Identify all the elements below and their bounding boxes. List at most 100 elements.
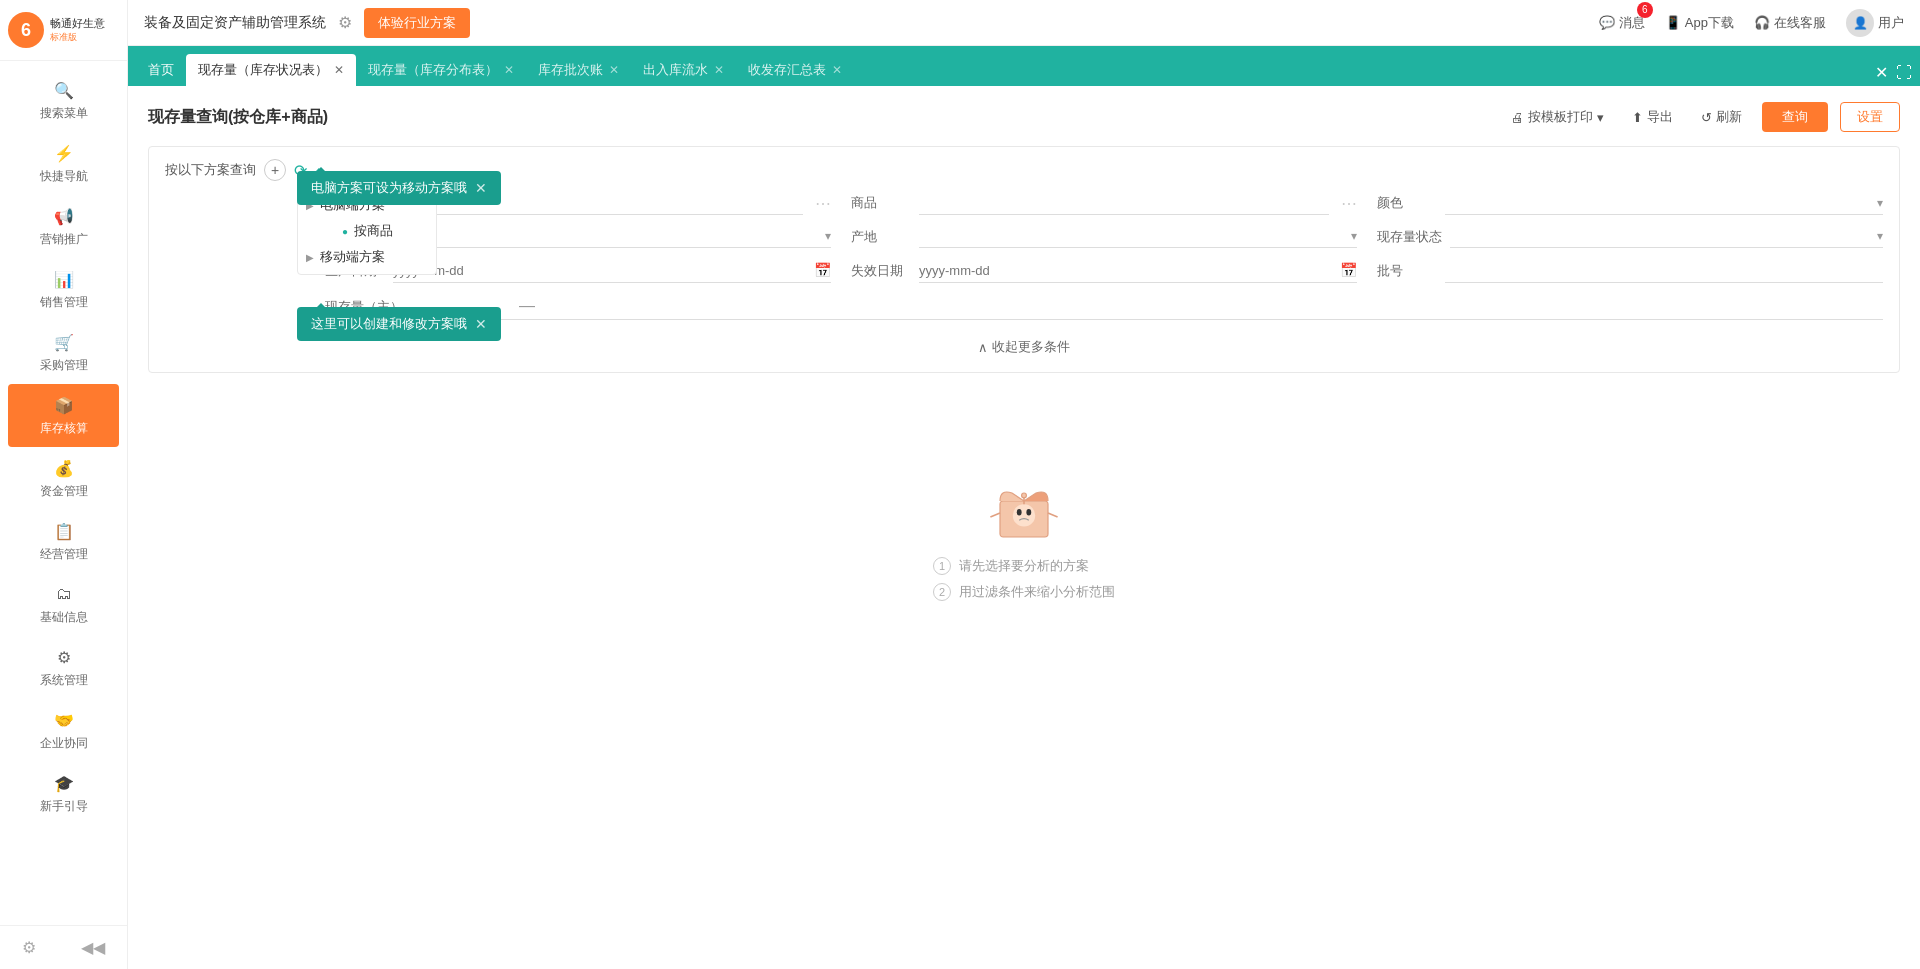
- empty-tips: 1 请先选择要分析的方案 2 用过滤条件来缩小分析范围: [933, 557, 1115, 601]
- message-badge: 6: [1637, 2, 1653, 18]
- size-select[interactable]: ▾: [393, 225, 831, 248]
- sidebar-item-sysconfig[interactable]: ⚙ 系统管理: [0, 636, 127, 699]
- page-title-bar: 现存量查询(按仓库+商品) 🖨 按模板打印 ▾ ⬆ 导出 ↺ 刷新: [148, 102, 1900, 132]
- sidebar-item-finance[interactable]: 💰 资金管理: [0, 447, 127, 510]
- tab-inventory-status[interactable]: 现存量（库存状况表） ✕: [186, 54, 356, 86]
- svg-point-5: [1022, 493, 1027, 498]
- print-dropdown-icon: ▾: [1597, 110, 1604, 125]
- tab-close-collect-summary[interactable]: ✕: [832, 63, 842, 77]
- app-download-button[interactable]: 📱 App下载: [1665, 14, 1734, 32]
- filter-header-label: 按以下方案查询: [165, 161, 256, 179]
- goods-input[interactable]: [919, 191, 1329, 215]
- tab-home[interactable]: 首页: [136, 54, 186, 86]
- origin-select-arrow: ▾: [1351, 229, 1357, 243]
- page-inner: 现存量查询(按仓库+商品) 🖨 按模板打印 ▾ ⬆ 导出 ↺ 刷新: [128, 86, 1920, 969]
- tab-close-inventory-dist[interactable]: ✕: [504, 63, 514, 77]
- color-select[interactable]: ▾: [1445, 192, 1883, 215]
- batch-input[interactable]: [1445, 259, 1883, 283]
- app-download-icon: 📱: [1665, 15, 1681, 30]
- sidebar-item-sales[interactable]: 📊 销售管理: [0, 258, 127, 321]
- tab-close-inout-flow[interactable]: ✕: [714, 63, 724, 77]
- tab-batch-ledger[interactable]: 库存批次账 ✕: [526, 54, 631, 86]
- sidebar-collapse-icon[interactable]: ◀◀: [81, 938, 105, 957]
- tab-close-batch-ledger[interactable]: ✕: [609, 63, 619, 77]
- main-area: 装备及固定资产辅助管理系统 ⚙ 体验行业方案 💬 6 消息 📱 App下载 🎧 …: [128, 0, 1920, 969]
- header-left: 装备及固定资产辅助管理系统 ⚙ 体验行业方案: [144, 8, 470, 38]
- sidebar-item-basicinfo[interactable]: 🗂 基础信息: [0, 573, 127, 636]
- inventory-range-input: —: [411, 293, 1883, 320]
- tip-num-2: 2: [933, 583, 951, 601]
- filter-row-color: 颜色 ▾: [1377, 191, 1883, 215]
- sidebar-item-inventory[interactable]: 📦 库存核算: [8, 384, 119, 447]
- tab-collect-summary[interactable]: 收发存汇总表 ✕: [736, 54, 854, 86]
- export-button[interactable]: ⬆ 导出: [1624, 104, 1681, 130]
- filter-fields-wrapper: 仓库 ⋯ 商品 ⋯ 颜色 ▾: [325, 191, 1883, 320]
- scheme-tooltip1-close[interactable]: ✕: [475, 180, 487, 196]
- sidebar-nav: 🔍 搜索菜单 ⚡ 快捷导航 📢 营销推广 📊 销售管理 🛒 采购管理 📦 库存核…: [0, 61, 127, 925]
- expire-date-input[interactable]: [919, 263, 1340, 278]
- print-button[interactable]: 🖨 按模板打印 ▾: [1503, 104, 1612, 130]
- scheme-tooltip2-wrapper: 这里可以创建和修改方案哦 ✕: [297, 307, 501, 341]
- empty-state: 1 请先选择要分析的方案 2 用过滤条件来缩小分析范围: [148, 385, 1900, 681]
- scheme-tree-mobile[interactable]: ▶ 移动端方案: [298, 244, 436, 270]
- settings-icon[interactable]: ⚙: [338, 13, 352, 32]
- tab-maximize[interactable]: ⛶: [1896, 64, 1912, 82]
- produce-date-calendar-icon[interactable]: 📅: [814, 262, 831, 278]
- inv-status-select[interactable]: ▾: [1450, 225, 1883, 248]
- tab-inventory-dist[interactable]: 现存量（库存分布表） ✕: [356, 54, 526, 86]
- svg-line-7: [1048, 513, 1058, 517]
- basicinfo-icon: 🗂: [53, 583, 75, 605]
- svg-point-3: [1026, 509, 1031, 515]
- scheme-tooltip2-close[interactable]: ✕: [475, 316, 487, 332]
- refresh-button[interactable]: ↺ 刷新: [1693, 104, 1750, 130]
- origin-select[interactable]: ▾: [919, 225, 1357, 248]
- collab-icon: 🤝: [53, 709, 75, 731]
- online-service-button[interactable]: 🎧 在线客服: [1754, 14, 1826, 32]
- inventory-max-input[interactable]: [543, 299, 643, 314]
- app-download-label: App下载: [1685, 14, 1734, 32]
- scheme-sub-by-goods[interactable]: ● 按商品: [318, 218, 436, 244]
- inv-status-select-arrow: ▾: [1877, 229, 1883, 243]
- sidebar-item-purchase[interactable]: 🛒 采购管理: [0, 321, 127, 384]
- svg-point-1: [1013, 504, 1035, 526]
- scheme-tooltip1-text: 电脑方案可设为移动方案哦: [311, 179, 467, 197]
- top-header: 装备及固定资产辅助管理系统 ⚙ 体验行业方案 💬 6 消息 📱 App下载 🎧 …: [128, 0, 1920, 46]
- tab-close-all[interactable]: ✕: [1875, 63, 1888, 82]
- expire-date-calendar-icon[interactable]: 📅: [1340, 262, 1357, 278]
- size-select-arrow: ▾: [825, 229, 831, 243]
- tab-close-inventory-status[interactable]: ✕: [334, 63, 344, 77]
- user-label: 用户: [1878, 14, 1904, 32]
- query-button[interactable]: 查询: [1762, 102, 1828, 132]
- filter-row-expire-date: 失效日期 📅: [851, 258, 1357, 283]
- sidebar: 6 畅通好生意 标准版 🔍 搜索菜单 ⚡ 快捷导航 📢 营销推广 📊 销售管理 …: [0, 0, 128, 969]
- sidebar-item-marketing[interactable]: 📢 营销推广: [0, 195, 127, 258]
- filter-section: 按以下方案查询 + ⟳ ⟵ 电脑方案可设为移动方案哦 ✕: [148, 146, 1900, 373]
- expire-date-input-wrapper: 📅: [919, 258, 1357, 283]
- logo-text: 畅通好生意 标准版: [50, 16, 105, 43]
- filter-add-scheme-button[interactable]: +: [264, 159, 286, 181]
- svg-point-2: [1017, 509, 1022, 515]
- sidebar-item-operations[interactable]: 📋 经营管理: [0, 510, 127, 573]
- operations-icon: 📋: [53, 520, 75, 542]
- sidebar-item-guide[interactable]: 🎓 新手引导: [0, 762, 127, 825]
- produce-date-input[interactable]: [393, 263, 814, 278]
- goods-dots-icon[interactable]: ⋯: [1341, 194, 1357, 213]
- user-profile[interactable]: 👤 用户: [1846, 9, 1904, 37]
- warehouse-dots-icon[interactable]: ⋯: [815, 194, 831, 213]
- scheme-tooltip1: 电脑方案可设为移动方案哦 ✕: [297, 171, 501, 205]
- sidebar-item-search[interactable]: 🔍 搜索菜单: [0, 69, 127, 132]
- sales-icon: 📊: [53, 268, 75, 290]
- message-button[interactable]: 💬 6 消息: [1599, 14, 1645, 32]
- page-title: 现存量查询(按仓库+商品): [148, 107, 328, 128]
- scheme-tree-area: 电脑方案可设为移动方案哦 ✕: [297, 147, 501, 205]
- sidebar-item-quicknav[interactable]: ⚡ 快捷导航: [0, 132, 127, 195]
- sidebar-item-collab[interactable]: 🤝 企业协同: [0, 699, 127, 762]
- setting-button[interactable]: 设置: [1840, 102, 1900, 132]
- tab-inout-flow[interactable]: 出入库流水 ✕: [631, 54, 736, 86]
- dot-indicator: ●: [342, 226, 348, 237]
- batch-label: 批号: [1377, 262, 1437, 280]
- sysconfig-icon: ⚙: [53, 646, 75, 668]
- trial-button[interactable]: 体验行业方案: [364, 8, 470, 38]
- sidebar-settings-icon[interactable]: ⚙: [22, 938, 36, 957]
- finance-icon: 💰: [53, 457, 75, 479]
